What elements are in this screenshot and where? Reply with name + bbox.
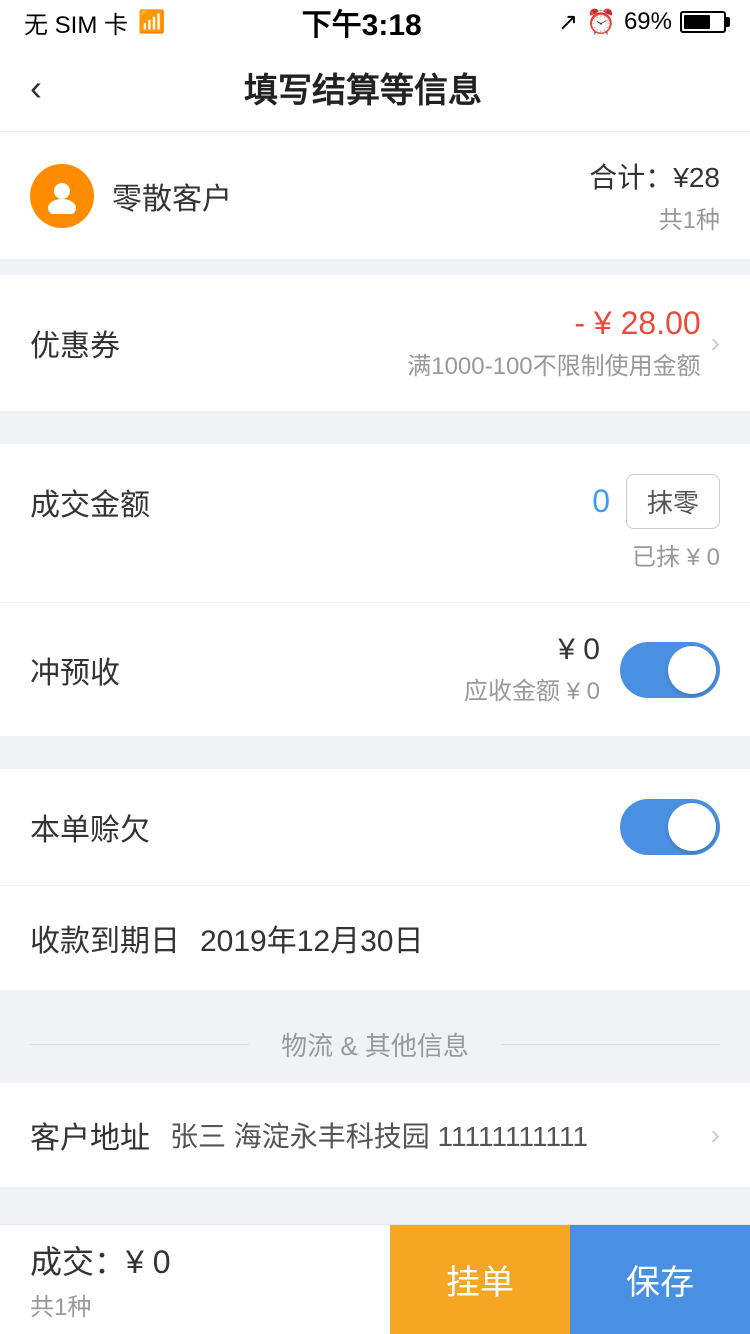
credit-section: 本单赊欠 收款到期日 2019年12月30日 <box>0 769 750 990</box>
customer-count: 共1种 <box>589 200 720 235</box>
divider-2 <box>0 753 750 769</box>
amount-section: 成交金额 0 抹零 已抹 ¥ 0 冲预收 ¥ 0 应收金额 ¥ 0 <box>0 444 750 737</box>
due-date-value: 2019年12月30日 <box>200 916 423 960</box>
avatar <box>30 164 94 228</box>
credit-toggle[interactable] <box>620 799 720 855</box>
bottom-deal-label: 成交： <box>30 1244 126 1280</box>
address-row[interactable]: 客户地址 张三 海淀永丰科技园 11111111111 › <box>0 1083 750 1187</box>
coupon-sub: 满1000-100不限制使用金额 <box>407 346 700 381</box>
toggle-thumb <box>668 646 716 694</box>
status-time: 下午3:18 <box>302 0 422 44</box>
save-button[interactable]: 保存 <box>570 1225 750 1334</box>
credit-toggle-thumb <box>668 803 716 851</box>
page-title: 填写结算等信息 <box>62 63 664 112</box>
battery-icon <box>680 11 726 33</box>
status-bar: 无 SIM 卡 📶 下午3:18 ↗ ⏰ 69% <box>0 0 750 44</box>
credit-row: 本单赊欠 <box>0 769 750 886</box>
prepay-sub: 应收金额 ¥ 0 <box>464 671 600 706</box>
coupon-chevron-icon: › <box>711 327 720 359</box>
prepay-label: 冲预收 <box>30 648 120 692</box>
logistics-label: 物流 & 其他信息 <box>265 1026 485 1063</box>
round-zero-button[interactable]: 抹零 <box>626 474 720 529</box>
logistics-line-right <box>501 1044 720 1045</box>
prepay-toggle[interactable] <box>620 642 720 698</box>
address-section: 客户地址 张三 海淀永丰科技园 11111111111 › <box>0 1083 750 1187</box>
alarm-icon: ⏰ <box>586 8 616 37</box>
wifi-icon: 📶 <box>138 9 165 35</box>
bottom-bar: 成交：¥ 0 共1种 挂单 保存 <box>0 1224 750 1334</box>
customer-right: 合计：¥28 共1种 <box>589 156 720 235</box>
back-button[interactable]: ‹ <box>30 67 42 109</box>
prepay-row: 冲预收 ¥ 0 应收金额 ¥ 0 <box>0 603 750 737</box>
prepay-vals: ¥ 0 应收金额 ¥ 0 <box>464 633 600 706</box>
logistics-header: 物流 & 其他信息 <box>0 1006 750 1083</box>
location-icon: ↗ <box>558 8 578 37</box>
bottom-info: 成交：¥ 0 共1种 <box>0 1237 390 1322</box>
amount-value[interactable]: 0 <box>592 483 610 520</box>
coupon-label: 优惠券 <box>30 321 120 365</box>
customer-row: 零散客户 合计：¥28 共1种 <box>0 132 750 259</box>
divider-1 <box>0 428 750 444</box>
customer-name: 零散客户 <box>112 174 232 218</box>
coupon-row[interactable]: 优惠券 - ¥ 28.00 满1000-100不限制使用金额 › <box>0 275 750 412</box>
battery-percent: 69% <box>624 8 672 36</box>
bottom-deal: 成交：¥ 0 <box>30 1237 360 1283</box>
due-date-label: 收款到期日 <box>30 916 180 960</box>
status-right: ↗ ⏰ 69% <box>558 8 726 37</box>
amount-input-wrap: 0 抹零 <box>592 474 720 529</box>
bottom-deal-amount: ¥ 0 <box>126 1244 170 1280</box>
prepay-amount: ¥ 0 <box>464 633 600 667</box>
content: 零散客户 合计：¥28 共1种 优惠券 - ¥ 28.00 满1000-100不… <box>0 132 750 1323</box>
credit-label: 本单赊欠 <box>30 805 150 849</box>
amount-row-top: 成交金额 0 抹零 <box>30 474 720 529</box>
coupon-value: - ¥ 28.00 <box>407 305 700 342</box>
prepay-right: ¥ 0 应收金额 ¥ 0 <box>464 633 720 706</box>
hold-button[interactable]: 挂单 <box>390 1225 570 1334</box>
amount-sub: 已抹 ¥ 0 <box>30 537 720 572</box>
amount-row: 成交金额 0 抹零 已抹 ¥ 0 <box>0 444 750 603</box>
coupon-section: 优惠券 - ¥ 28.00 满1000-100不限制使用金额 › <box>0 275 750 412</box>
address-value: 张三 海淀永丰科技园 11111111111 <box>170 1115 701 1155</box>
carrier-text: 无 SIM 卡 <box>24 5 128 40</box>
amount-label: 成交金额 <box>30 480 150 524</box>
bottom-count: 共1种 <box>30 1287 360 1322</box>
status-left: 无 SIM 卡 📶 <box>24 5 165 40</box>
nav-bar: ‹ 填写结算等信息 <box>0 44 750 132</box>
logistics-line-left <box>30 1044 249 1045</box>
due-date-row: 收款到期日 2019年12月30日 <box>0 886 750 990</box>
address-chevron-icon: › <box>711 1119 720 1151</box>
coupon-right: - ¥ 28.00 满1000-100不限制使用金额 <box>407 305 700 381</box>
address-label: 客户地址 <box>30 1113 150 1157</box>
customer-left: 零散客户 <box>30 164 232 228</box>
customer-total: 合计：¥28 <box>589 156 720 196</box>
